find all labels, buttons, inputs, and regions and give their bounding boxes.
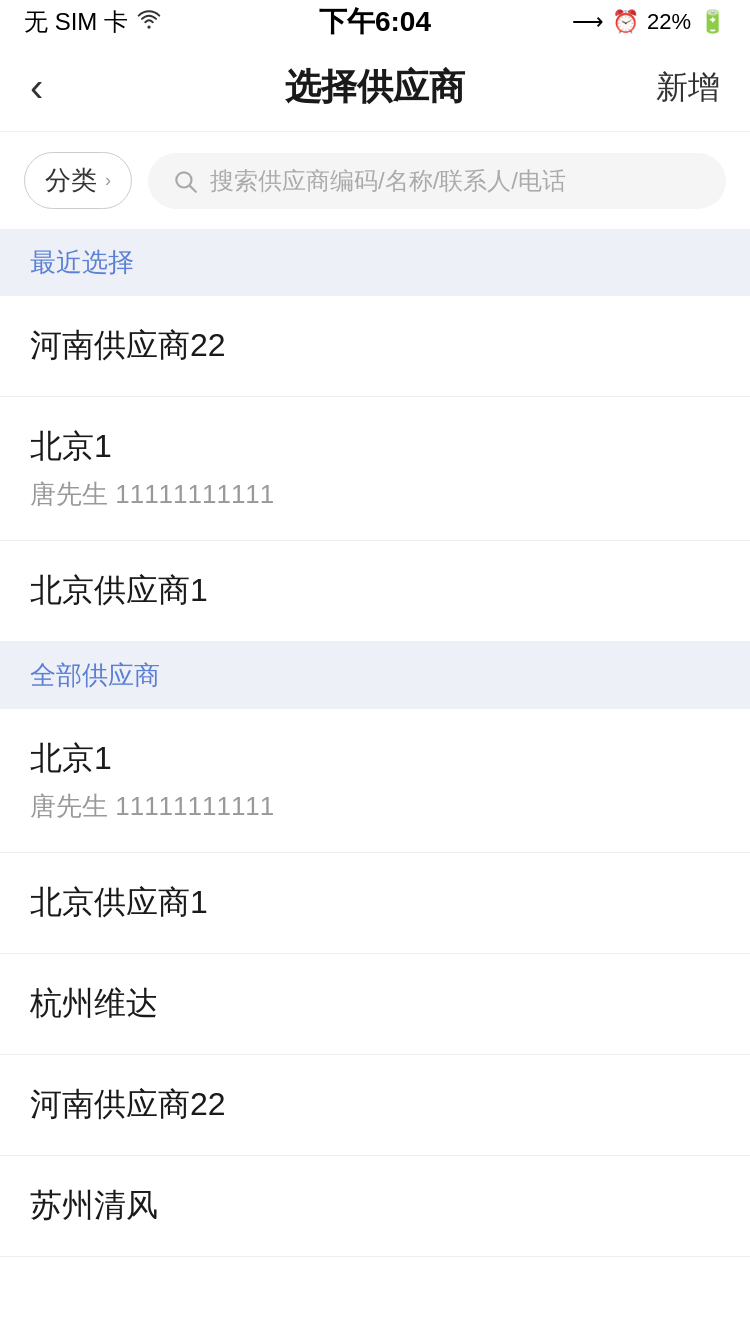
chevron-right-icon: › (105, 170, 111, 191)
battery-icon: 🔋 (699, 9, 726, 35)
all-list-item[interactable]: 北京1 唐先生 11111111111 (0, 709, 750, 853)
search-placeholder[interactable]: 搜索供应商编码/名称/联系人/电话 (210, 165, 702, 197)
status-time: 下午6:04 (319, 3, 431, 41)
item-sub: 唐先生 11111111111 (30, 477, 720, 512)
item-name: 北京1 (30, 737, 720, 781)
nav-bar: ‹ 选择供应商 新增 (0, 44, 750, 132)
category-label: 分类 (45, 163, 97, 198)
all-list-item[interactable]: 苏州清风 (0, 1156, 750, 1257)
back-button[interactable]: ‹ (30, 65, 110, 110)
page-title: 选择供应商 (285, 63, 465, 112)
status-bar: 无 SIM 卡 下午6:04 ⟶ ⏰ 22% 🔋 (0, 0, 750, 44)
recent-section-header: 最近选择 (0, 229, 750, 296)
recent-list: 河南供应商22 北京1 唐先生 11111111111 北京供应商1 (0, 296, 750, 642)
item-name: 河南供应商22 (30, 324, 720, 368)
add-button[interactable]: 新增 (640, 66, 720, 110)
status-right: ⟶ ⏰ 22% 🔋 (572, 9, 726, 35)
item-name: 北京1 (30, 425, 720, 469)
item-name: 苏州清风 (30, 1184, 720, 1228)
category-button[interactable]: 分类 › (24, 152, 132, 209)
item-name: 河南供应商22 (30, 1083, 720, 1127)
carrier-text: 无 SIM 卡 (24, 6, 128, 38)
search-box[interactable]: 搜索供应商编码/名称/联系人/电话 (148, 153, 726, 209)
item-name: 北京供应商1 (30, 881, 720, 925)
item-sub: 唐先生 11111111111 (30, 789, 720, 824)
item-name: 北京供应商1 (30, 569, 720, 613)
svg-line-1 (190, 185, 196, 191)
all-list-item[interactable]: 北京供应商1 (0, 853, 750, 954)
battery-text: 22% (647, 9, 691, 35)
recent-list-item[interactable]: 河南供应商22 (0, 296, 750, 397)
all-section-header: 全部供应商 (0, 642, 750, 709)
recent-list-item[interactable]: 北京供应商1 (0, 541, 750, 642)
all-suppliers-list: 北京1 唐先生 11111111111 北京供应商1 杭州维达河南供应商22 苏州清风 (0, 709, 750, 1257)
filter-bar: 分类 › 搜索供应商编码/名称/联系人/电话 (0, 132, 750, 229)
all-list-item[interactable]: 杭州维达 (0, 954, 750, 1055)
item-name: 杭州维达 (30, 982, 720, 1026)
wifi-icon (136, 8, 162, 36)
status-left: 无 SIM 卡 (24, 6, 162, 38)
all-list-item[interactable]: 河南供应商22 (0, 1055, 750, 1156)
alarm-icon: ⏰ (612, 9, 639, 35)
recent-list-item[interactable]: 北京1 唐先生 11111111111 (0, 397, 750, 541)
search-icon (172, 168, 198, 194)
all-section-label: 全部供应商 (30, 660, 160, 690)
recent-section-label: 最近选择 (30, 247, 134, 277)
location-icon: ⟶ (572, 9, 604, 35)
